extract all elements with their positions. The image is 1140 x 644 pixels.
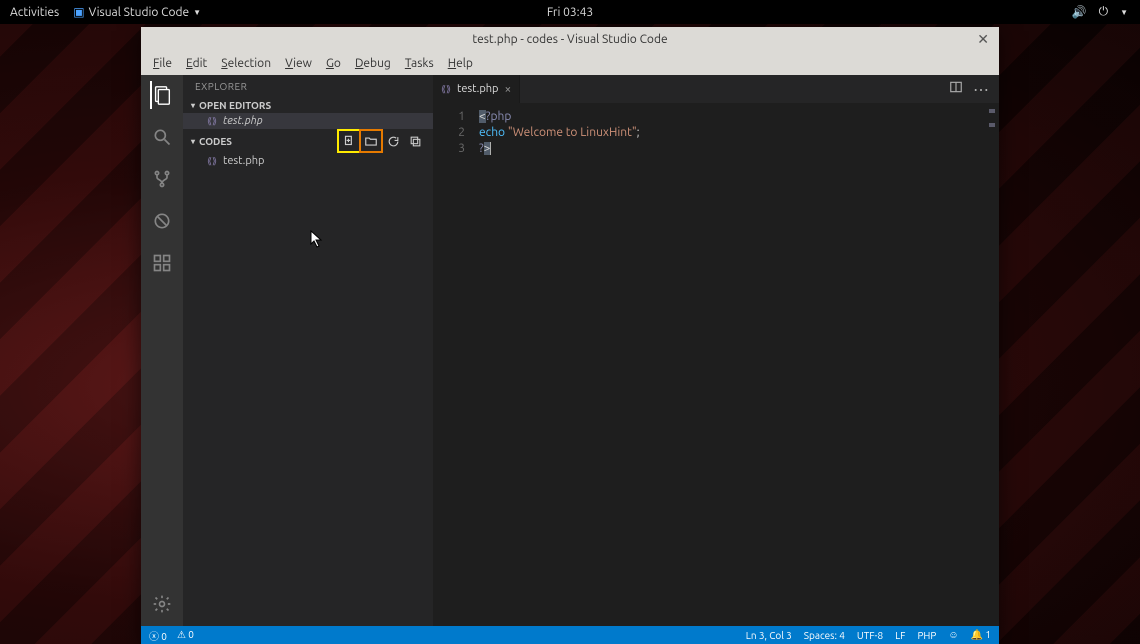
active-app-menu[interactable]: ▣ Visual Studio Code ▼ bbox=[73, 5, 201, 19]
line-gutter: 1 2 3 bbox=[433, 103, 473, 626]
sidebar-title: EXPLORER bbox=[183, 75, 433, 98]
errors-indicator[interactable]: ⓧ 0 bbox=[149, 628, 167, 643]
power-icon[interactable]: ⏻ bbox=[1099, 5, 1109, 19]
warning-icon: ⚠ bbox=[177, 629, 186, 641]
php-file-icon: ⟪⟫ bbox=[207, 156, 217, 167]
cursor-position[interactable]: Ln 3, Col 3 bbox=[746, 630, 792, 641]
menu-selection[interactable]: Selection bbox=[215, 55, 277, 72]
chevron-down-icon: ▼ bbox=[193, 8, 201, 17]
code-editor[interactable]: 1 2 3 <?php echo "Welcome to LinuxHint";… bbox=[433, 103, 999, 626]
gnome-top-bar: Activities ▣ Visual Studio Code ▼ Fri 03… bbox=[0, 0, 1140, 24]
collapse-all-button[interactable] bbox=[405, 131, 425, 151]
text-cursor bbox=[490, 142, 491, 155]
tab-label: test.php bbox=[457, 83, 498, 95]
chevron-down-icon: ▾ bbox=[191, 101, 195, 110]
indentation[interactable]: Spaces: 4 bbox=[804, 630, 845, 641]
file-name: test.php bbox=[223, 155, 264, 167]
refresh-button[interactable] bbox=[383, 131, 403, 151]
activities-button[interactable]: Activities bbox=[10, 6, 59, 19]
folder-header[interactable]: ▾ CODES bbox=[183, 129, 433, 153]
file-name: test.php bbox=[223, 115, 263, 127]
eol[interactable]: LF bbox=[895, 630, 905, 641]
php-file-icon: ⟪⟫ bbox=[207, 116, 217, 127]
php-file-icon: ⟪⟫ bbox=[441, 84, 451, 95]
menu-go[interactable]: Go bbox=[320, 55, 347, 72]
search-icon[interactable] bbox=[150, 125, 174, 149]
editor-tab[interactable]: ⟪⟫ test.php × bbox=[433, 75, 520, 103]
chevron-down-icon: ▼ bbox=[1120, 8, 1128, 17]
warnings-indicator[interactable]: ⚠ 0 bbox=[177, 629, 194, 641]
folder-file[interactable]: ⟪⟫ test.php bbox=[183, 153, 433, 169]
menu-help[interactable]: Help bbox=[442, 55, 479, 72]
menu-file[interactable]: File bbox=[147, 55, 178, 72]
close-tab-button[interactable]: × bbox=[504, 83, 511, 96]
minimap[interactable] bbox=[989, 109, 995, 137]
open-editors-label: OPEN EDITORS bbox=[199, 100, 271, 111]
vscode-app-icon: ▣ bbox=[73, 5, 84, 19]
clock[interactable]: Fri 03:43 bbox=[547, 6, 593, 19]
new-file-button[interactable] bbox=[339, 131, 359, 151]
activity-bar bbox=[141, 75, 183, 626]
window-close-button[interactable]: ✕ bbox=[977, 31, 989, 48]
editor-area: ⟪⟫ test.php × ⋯ 1 2 3 <?php bbox=[433, 75, 999, 626]
window-title: test.php - codes - Visual Studio Code bbox=[472, 33, 667, 46]
code-content[interactable]: <?php echo "Welcome to LinuxHint"; ?> bbox=[473, 103, 999, 626]
menu-view[interactable]: View bbox=[279, 55, 318, 72]
encoding[interactable]: UTF-8 bbox=[857, 630, 883, 641]
language-mode[interactable]: PHP bbox=[917, 630, 936, 641]
vscode-window: test.php - codes - Visual Studio Code ✕ … bbox=[141, 27, 999, 644]
chevron-down-icon: ▾ bbox=[191, 137, 195, 146]
error-icon: ⓧ bbox=[149, 628, 159, 643]
notifications-icon[interactable]: 🔔 1 bbox=[971, 629, 991, 641]
explorer-icon[interactable] bbox=[150, 83, 174, 107]
more-actions-icon[interactable]: ⋯ bbox=[973, 80, 989, 99]
settings-gear-icon[interactable] bbox=[150, 592, 174, 616]
extensions-icon[interactable] bbox=[150, 251, 174, 275]
open-editor-file[interactable]: ⟪⟫ test.php bbox=[183, 113, 433, 129]
open-editors-header[interactable]: ▾ OPEN EDITORS bbox=[183, 98, 433, 113]
active-app-label: Visual Studio Code bbox=[89, 6, 190, 19]
menu-debug[interactable]: Debug bbox=[349, 55, 397, 72]
window-titlebar[interactable]: test.php - codes - Visual Studio Code ✕ bbox=[141, 27, 999, 51]
folder-label: CODES bbox=[199, 136, 232, 147]
source-control-icon[interactable] bbox=[150, 167, 174, 191]
status-bar: ⓧ 0 ⚠ 0 Ln 3, Col 3 Spaces: 4 UTF-8 LF P… bbox=[141, 626, 999, 644]
open-editors-section: ▾ OPEN EDITORS ⟪⟫ test.php bbox=[183, 98, 433, 129]
debug-icon[interactable] bbox=[150, 209, 174, 233]
menu-edit[interactable]: Edit bbox=[180, 55, 213, 72]
editor-tabs: ⟪⟫ test.php × ⋯ bbox=[433, 75, 999, 103]
split-editor-icon[interactable] bbox=[949, 80, 963, 99]
explorer-sidebar: EXPLORER ▾ OPEN EDITORS ⟪⟫ test.php ▾ CO… bbox=[183, 75, 433, 626]
folder-section: ▾ CODES bbox=[183, 129, 433, 169]
menu-tasks[interactable]: Tasks bbox=[399, 55, 440, 72]
volume-icon[interactable]: 🔊 bbox=[1072, 5, 1087, 19]
new-folder-button[interactable] bbox=[361, 131, 381, 151]
menubar: File Edit Selection View Go Debug Tasks … bbox=[141, 51, 999, 75]
feedback-icon[interactable]: ☺ bbox=[948, 629, 958, 641]
